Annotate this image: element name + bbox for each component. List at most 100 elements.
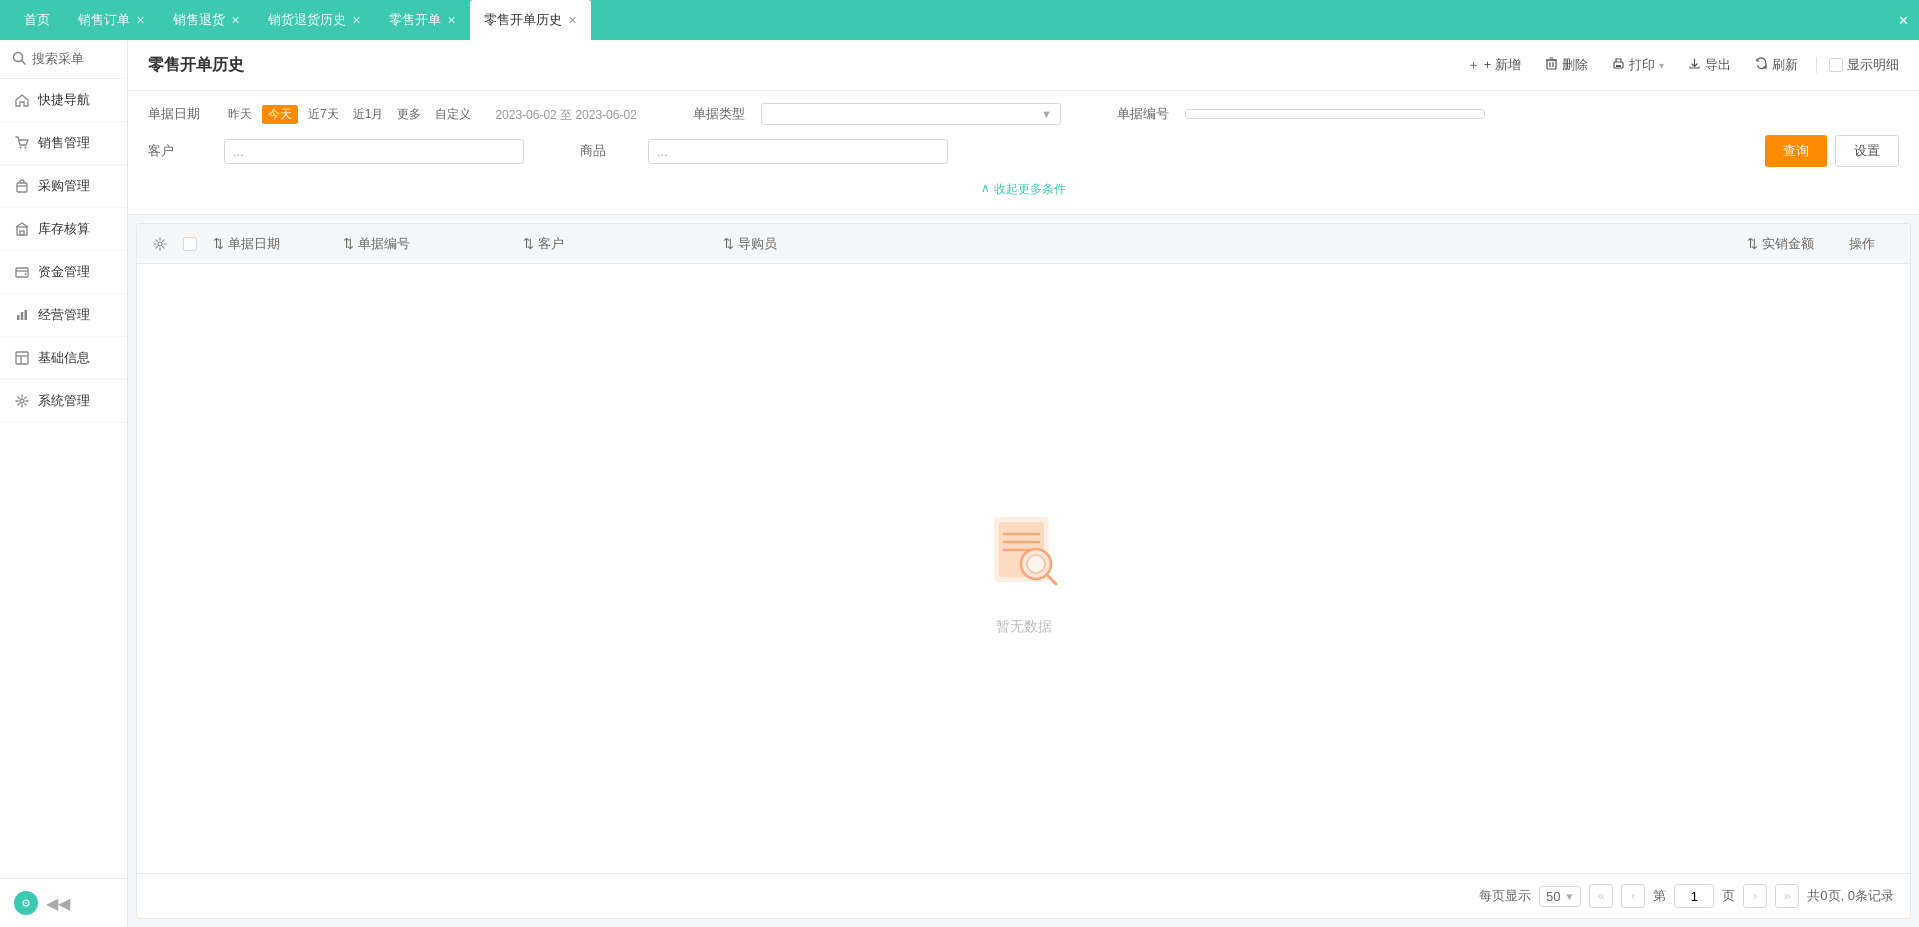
- svg-rect-8: [16, 268, 28, 277]
- print-button[interactable]: 打印 ▾: [1606, 52, 1670, 78]
- add-button[interactable]: ＋ + 新增: [1461, 52, 1527, 78]
- sidebar: 搜索采单 快捷导航 销售管理: [0, 40, 128, 927]
- th-number[interactable]: ⇅ 单据编号: [335, 235, 515, 253]
- delete-button[interactable]: 删除: [1539, 52, 1594, 78]
- svg-line-1: [22, 60, 26, 64]
- query-button[interactable]: 查询: [1765, 135, 1827, 167]
- settings-icon: [14, 393, 30, 409]
- date-filter-label: 单据日期: [148, 105, 208, 123]
- th-date[interactable]: ⇅ 单据日期: [205, 235, 335, 253]
- sort-icon-customer: ⇅: [523, 236, 534, 251]
- page-input[interactable]: [1674, 884, 1714, 908]
- date-btn-yesterday[interactable]: 昨天: [224, 105, 256, 124]
- filter-row-date: 单据日期 昨天 今天 近7天 近1月 更多 自定义 2023-06-02 至 2…: [148, 103, 1899, 125]
- per-page-arrow: ▼: [1564, 891, 1574, 902]
- tab-sales-return[interactable]: 销售退货 ✕: [159, 0, 254, 40]
- sidebar-item-quick-nav[interactable]: 快捷导航: [0, 79, 127, 122]
- delete-icon: [1545, 57, 1558, 73]
- warehouse-icon: [14, 221, 30, 237]
- column-settings-icon[interactable]: [145, 237, 175, 251]
- tab-home[interactable]: 首页: [10, 0, 64, 40]
- close-window-btn[interactable]: ✕: [1898, 13, 1909, 28]
- tab-close-retail-open-history[interactable]: ✕: [568, 14, 577, 27]
- svg-point-3: [25, 147, 27, 149]
- display-detail-toggle[interactable]: 显示明细: [1829, 56, 1899, 74]
- collapse-icon: ∧: [981, 181, 990, 198]
- sidebar-item-operations[interactable]: 经营管理: [0, 294, 127, 337]
- tab-retail-open-history[interactable]: 零售开单历史 ✕: [470, 0, 591, 40]
- date-btn-7days[interactable]: 近7天: [304, 105, 343, 124]
- tab-close-sales-order[interactable]: ✕: [136, 14, 145, 27]
- prev-page-btn[interactable]: ‹: [1621, 884, 1645, 908]
- th-customer[interactable]: ⇅ 客户: [515, 235, 715, 253]
- sidebar-item-system[interactable]: 系统管理: [0, 380, 127, 423]
- type-filter-select[interactable]: ▼: [761, 103, 1061, 125]
- sidebar-item-label-operations: 经营管理: [38, 306, 90, 324]
- sidebar-item-basic-info[interactable]: 基础信息: [0, 337, 127, 380]
- tab-sales-order[interactable]: 销售订单 ✕: [64, 0, 159, 40]
- chart-icon: [14, 307, 30, 323]
- date-shortcuts: 昨天 今天 近7天 近1月 更多 自定义: [224, 105, 475, 124]
- refresh-button[interactable]: 刷新: [1749, 52, 1804, 78]
- filter-row-customer: 客户 ... 商品 ... 查询 设置: [148, 135, 1899, 167]
- collapse-row[interactable]: ∧ 收起更多条件: [148, 177, 1899, 202]
- svg-point-9: [25, 273, 27, 275]
- filter-area: 单据日期 昨天 今天 近7天 近1月 更多 自定义 2023-06-02 至 2…: [128, 91, 1919, 215]
- table-header: ⇅ 单据日期 ⇅ 单据编号 ⇅ 客户 ⇅ 导购员 ⇅ 实销金额: [137, 224, 1910, 264]
- sort-icon-guide: ⇅: [723, 236, 734, 251]
- date-btn-custom[interactable]: 自定义: [431, 105, 475, 124]
- total-text: 共0页, 0条记录: [1807, 887, 1894, 905]
- sidebar-item-purchase[interactable]: 采购管理: [0, 165, 127, 208]
- page-label-prefix: 第: [1653, 887, 1666, 905]
- tab-close-sales-return[interactable]: ✕: [231, 14, 240, 27]
- svg-point-16: [20, 399, 24, 403]
- search-menu-label: 搜索采单: [32, 50, 84, 68]
- export-button[interactable]: 导出: [1682, 52, 1737, 78]
- goods-filter-input[interactable]: ...: [648, 139, 948, 164]
- per-page-select[interactable]: 50 ▼: [1539, 886, 1581, 907]
- sidebar-item-finance[interactable]: 资金管理: [0, 251, 127, 294]
- svg-rect-10: [17, 315, 20, 320]
- sidebar-item-inventory[interactable]: 库存核算: [0, 208, 127, 251]
- sidebar-collapse-btn[interactable]: ◀◀: [46, 894, 70, 913]
- search-menu-btn[interactable]: 搜索采单: [0, 40, 127, 79]
- next-page-btn[interactable]: ›: [1743, 884, 1767, 908]
- per-page-value: 50: [1546, 889, 1560, 904]
- first-page-btn[interactable]: «: [1589, 884, 1613, 908]
- date-range-display: 2023-06-02 至 2023-06-02: [495, 107, 636, 124]
- empty-text: 暂无数据: [996, 618, 1052, 636]
- tab-close-sales-return-history[interactable]: ✕: [352, 14, 361, 27]
- svg-rect-7: [20, 231, 24, 235]
- collapse-label: 收起更多条件: [994, 181, 1066, 198]
- home-icon: [14, 92, 30, 108]
- date-btn-more[interactable]: 更多: [393, 105, 425, 124]
- date-btn-1month[interactable]: 近1月: [349, 105, 388, 124]
- sidebar-item-label-sales: 销售管理: [38, 134, 90, 152]
- refresh-icon: [1755, 57, 1768, 73]
- customer-filter-input[interactable]: ...: [224, 139, 524, 164]
- svg-rect-4: [17, 183, 27, 192]
- number-filter-label: 单据编号: [1117, 105, 1177, 123]
- sidebar-item-label-inventory: 库存核算: [38, 220, 90, 238]
- sidebar-item-label-system: 系统管理: [38, 392, 90, 410]
- number-filter-input[interactable]: [1185, 109, 1485, 119]
- svg-point-2: [20, 147, 22, 149]
- th-guide[interactable]: ⇅ 导购员: [715, 235, 835, 253]
- display-detail-checkbox[interactable]: [1829, 58, 1843, 72]
- th-amount[interactable]: ⇅ 实销金额: [1702, 235, 1822, 253]
- last-page-btn[interactable]: »: [1775, 884, 1799, 908]
- sidebar-item-sales[interactable]: 销售管理: [0, 122, 127, 165]
- page-label-suffix: 页: [1722, 887, 1735, 905]
- sort-icon: ⇅: [213, 236, 224, 251]
- sidebar-bottom: ⚙ ◀◀: [0, 878, 127, 927]
- tab-sales-return-history[interactable]: 销货退货历史 ✕: [254, 0, 375, 40]
- tab-retail-open[interactable]: 零售开单 ✕: [375, 0, 470, 40]
- tab-close-retail-open[interactable]: ✕: [447, 14, 456, 27]
- print-icon: [1612, 57, 1625, 73]
- customer-filter-label: 客户: [148, 142, 208, 160]
- per-page-label: 每页显示: [1479, 887, 1531, 905]
- date-btn-today[interactable]: 今天: [262, 105, 298, 124]
- settings-button[interactable]: 设置: [1835, 135, 1899, 167]
- select-all-checkbox[interactable]: [175, 237, 205, 251]
- settings-bottom-icon[interactable]: ⚙: [14, 891, 38, 915]
